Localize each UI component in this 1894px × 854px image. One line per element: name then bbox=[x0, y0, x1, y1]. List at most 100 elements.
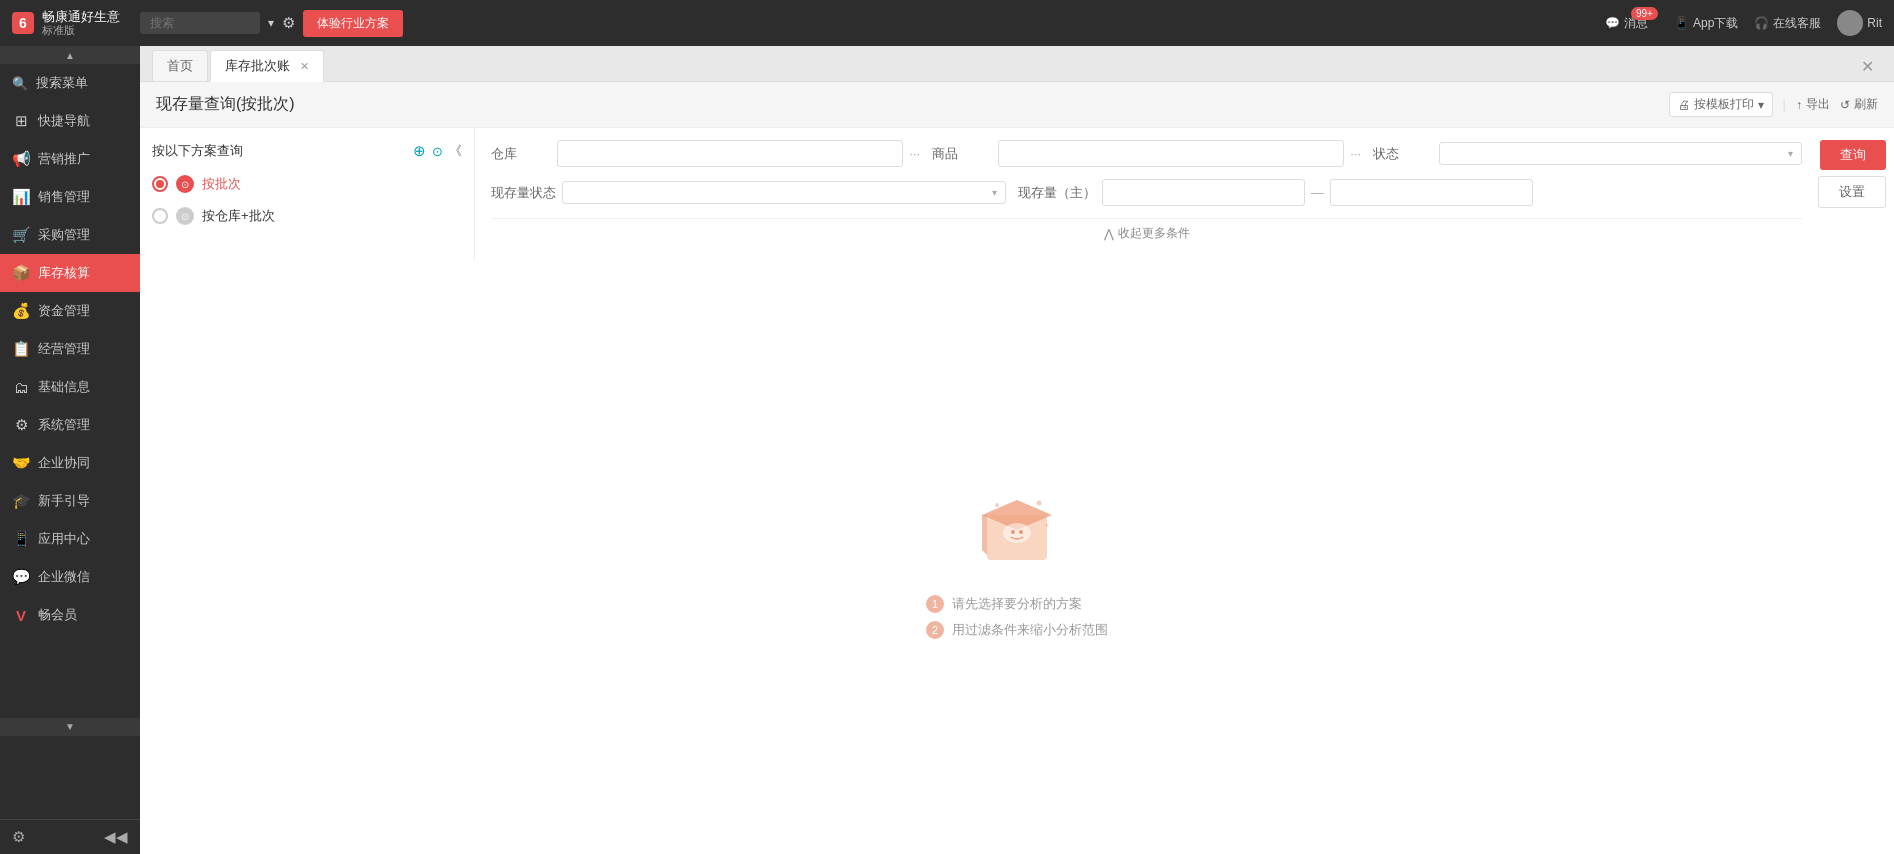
stock-status-label: 现存量状态 bbox=[491, 184, 556, 202]
svg-point-3 bbox=[1003, 523, 1031, 543]
sidebar-toggle-icon[interactable]: ◀◀ bbox=[104, 828, 128, 846]
sidebar-item-search[interactable]: 🔍 搜索菜单 bbox=[0, 64, 140, 102]
empty-hints: 1 请先选择要分析的方案 2 用过滤条件来缩小分析范围 bbox=[926, 595, 1108, 639]
sidebar-item-sales[interactable]: 📊 销售管理 bbox=[0, 178, 140, 216]
sidebar-scroll-up[interactable]: ▲ bbox=[0, 46, 140, 64]
quick-nav-icon: ⊞ bbox=[12, 112, 30, 130]
system-icon: ⚙ bbox=[12, 416, 30, 434]
filter-row-2: 现存量状态 ▾ 现存量（主） — bbox=[491, 179, 1802, 206]
sales-icon: 📊 bbox=[12, 188, 30, 206]
topbar-right: 💬 消息 99+ 📱 App下载 🎧 在线客服 Rit bbox=[1605, 10, 1882, 36]
filter-content: 按以下方案查询 ⊕ ⊙ 《 ⊙ 按批次 bbox=[140, 128, 1894, 854]
content-area: 首页 库存批次账 ✕ ✕ 现存量查询(按批次) 🖨 按模板打印 ▾ bbox=[140, 46, 1894, 854]
status-label: 状态 bbox=[1373, 145, 1433, 163]
sidebar-item-wechat[interactable]: 💬 企业微信 bbox=[0, 558, 140, 596]
search-icon: 🔍 bbox=[12, 76, 28, 91]
sidebar-scroll-down[interactable]: ▼ bbox=[0, 718, 140, 736]
stock-status-select[interactable]: ▾ bbox=[562, 181, 1006, 204]
tab-home[interactable]: 首页 bbox=[152, 50, 208, 81]
sidebar-item-system[interactable]: ⚙ 系统管理 bbox=[0, 406, 140, 444]
app-title: 畅康通好生意 bbox=[42, 9, 120, 25]
hint-num-2: 2 bbox=[926, 621, 944, 639]
empty-hint-1: 1 请先选择要分析的方案 bbox=[926, 595, 1108, 613]
app-subtitle: 标准版 bbox=[42, 24, 120, 37]
marketing-icon: 📢 bbox=[12, 150, 30, 168]
stock-qty-field: 现存量（主） — bbox=[1018, 179, 1533, 206]
sidebar-item-quick-nav[interactable]: ⊞ 快捷导航 bbox=[0, 102, 140, 140]
sidebar-item-marketing[interactable]: 📢 营销推广 bbox=[0, 140, 140, 178]
settings-icon[interactable]: ⚙ bbox=[282, 14, 295, 32]
page-title: 现存量查询(按批次) bbox=[156, 94, 295, 115]
range-dash: — bbox=[1311, 185, 1324, 200]
experience-btn[interactable]: 体验行业方案 bbox=[303, 10, 403, 37]
refresh-icon: ↺ bbox=[1840, 98, 1850, 112]
warehouse-label: 仓库 bbox=[491, 145, 551, 163]
stock-qty-max[interactable] bbox=[1330, 179, 1533, 206]
results-area: 1 请先选择要分析的方案 2 用过滤条件来缩小分析范围 bbox=[140, 260, 1894, 854]
sidebar-item-purchase[interactable]: 🛒 采购管理 bbox=[0, 216, 140, 254]
export-btn[interactable]: ↑ 导出 bbox=[1796, 96, 1830, 113]
empty-hint-2: 2 用过滤条件来缩小分析范围 bbox=[926, 621, 1108, 639]
filter-sidebar-header: 按以下方案查询 ⊕ ⊙ 《 bbox=[140, 138, 474, 168]
app-download-btn[interactable]: 📱 App下载 bbox=[1674, 15, 1738, 32]
svg-marker-2 bbox=[982, 515, 987, 555]
page-header: 现存量查询(按批次) 🖨 按模板打印 ▾ | ↑ 导出 ↺ 刷新 bbox=[140, 82, 1894, 128]
sidebar-item-cooperation[interactable]: 🤝 企业协同 bbox=[0, 444, 140, 482]
search-dropdown-btn[interactable]: ▾ bbox=[268, 16, 274, 30]
print-btn[interactable]: 🖨 按模板打印 ▾ bbox=[1669, 92, 1773, 117]
phone-icon: 📱 bbox=[1674, 16, 1689, 30]
add-scheme-icon[interactable]: ⊕ bbox=[413, 142, 426, 160]
main-layout: ▲ 🔍 搜索菜单 ⊞ 快捷导航 📢 营销推广 📊 销售管理 🛒 采购管理 📦 库… bbox=[0, 46, 1894, 854]
search-input[interactable] bbox=[140, 12, 260, 34]
printer-icon: 🖨 bbox=[1678, 98, 1690, 112]
sidebar-item-inventory[interactable]: 📦 库存核算 bbox=[0, 254, 140, 292]
stock-qty-min[interactable] bbox=[1102, 179, 1305, 206]
purchase-icon: 🛒 bbox=[12, 226, 30, 244]
scheme-option-warehouse-batch[interactable]: ⊙ 按仓库+批次 bbox=[140, 200, 474, 232]
page-header-actions: 🖨 按模板打印 ▾ | ↑ 导出 ↺ 刷新 bbox=[1669, 92, 1878, 117]
status-select[interactable]: ▾ bbox=[1439, 142, 1802, 165]
scheme-option-batch[interactable]: ⊙ 按批次 bbox=[140, 168, 474, 200]
messages-badge: 99+ bbox=[1631, 7, 1658, 20]
sidebar-item-member[interactable]: V 畅会员 bbox=[0, 596, 140, 634]
action-buttons: 查询 设置 bbox=[1818, 128, 1894, 260]
goods-input[interactable] bbox=[998, 140, 1344, 167]
sidebar-item-operations[interactable]: 📋 经营管理 bbox=[0, 330, 140, 368]
topbar-center: ▾ ⚙ 体验行业方案 bbox=[120, 10, 1605, 37]
filter-fields: 仓库 ··· 商品 ··· 状态 bbox=[475, 128, 1818, 260]
filter-sidebar-actions: ⊕ ⊙ 《 bbox=[413, 142, 462, 160]
topbar: 6 畅康通好生意 标准版 ▾ ⚙ 体验行业方案 💬 消息 99+ 📱 App下载… bbox=[0, 0, 1894, 46]
query-btn[interactable]: 查询 bbox=[1820, 140, 1886, 170]
sidebar-settings-icon[interactable]: ⚙ bbox=[12, 828, 25, 846]
warehouse-input[interactable] bbox=[557, 140, 903, 167]
messages-btn[interactable]: 💬 消息 99+ bbox=[1605, 15, 1648, 32]
sidebar-item-app-center[interactable]: 📱 应用中心 bbox=[0, 520, 140, 558]
sidebar-item-finance[interactable]: 💰 资金管理 bbox=[0, 292, 140, 330]
cooperation-icon: 🤝 bbox=[12, 454, 30, 472]
settings-btn[interactable]: 设置 bbox=[1818, 176, 1886, 208]
tab-close-btn[interactable]: ✕ bbox=[300, 60, 309, 72]
tab-inventory-batch[interactable]: 库存批次账 ✕ bbox=[210, 50, 324, 82]
panel-close-btn[interactable]: ✕ bbox=[1861, 57, 1874, 76]
collapse-icon: ⋀ bbox=[1104, 227, 1114, 241]
svg-point-7 bbox=[1037, 501, 1042, 506]
empty-state: 1 请先选择要分析的方案 2 用过滤条件来缩小分析范围 bbox=[140, 395, 1894, 719]
refresh-btn[interactable]: ↺ 刷新 bbox=[1840, 96, 1878, 113]
stock-qty-range: — bbox=[1102, 179, 1533, 206]
page-area: 现存量查询(按批次) 🖨 按模板打印 ▾ | ↑ 导出 ↺ 刷新 bbox=[140, 82, 1894, 854]
collapse-more-btn[interactable]: ⋀ 收起更多条件 bbox=[491, 218, 1802, 248]
sidebar-item-basic-info[interactable]: 🗂 基础信息 bbox=[0, 368, 140, 406]
app-center-icon: 📱 bbox=[12, 530, 30, 548]
svg-point-6 bbox=[995, 503, 999, 507]
stock-status-field: 现存量状态 ▾ bbox=[491, 181, 1006, 204]
goods-more-btn[interactable]: ··· bbox=[1350, 146, 1361, 161]
scheme-settings-icon[interactable]: ⊙ bbox=[432, 144, 443, 159]
online-service-btn[interactable]: 🎧 在线客服 bbox=[1754, 15, 1821, 32]
avatar bbox=[1837, 10, 1863, 36]
user-avatar-btn[interactable]: Rit bbox=[1837, 10, 1882, 36]
warehouse-more-btn[interactable]: ··· bbox=[909, 146, 920, 161]
collapse-scheme-icon[interactable]: 《 bbox=[449, 142, 462, 160]
sidebar-item-guide[interactable]: 🎓 新手引导 bbox=[0, 482, 140, 520]
finance-icon: 💰 bbox=[12, 302, 30, 320]
tab-bar: 首页 库存批次账 ✕ ✕ bbox=[140, 46, 1894, 82]
